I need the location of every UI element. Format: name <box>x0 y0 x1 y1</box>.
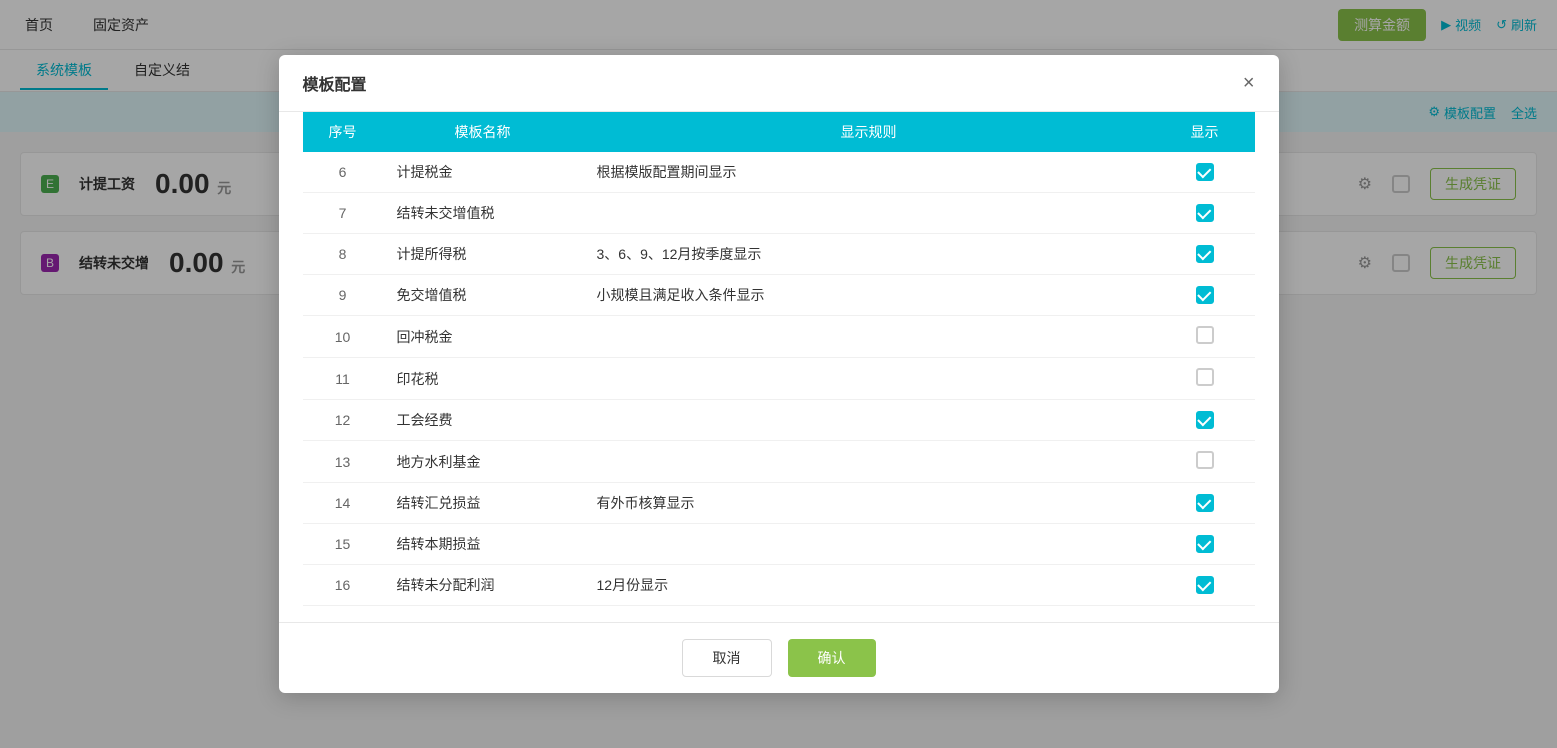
row-checkbox[interactable] <box>1196 326 1214 344</box>
row-checkbox-cell <box>1155 275 1255 316</box>
row-checkbox[interactable] <box>1196 368 1214 386</box>
modal-title: 模板配置 <box>303 71 367 95</box>
table-row: 15结转本期损益 <box>303 524 1255 565</box>
col-header-show: 显示 <box>1155 112 1255 152</box>
col-header-name: 模板名称 <box>383 112 583 152</box>
row-checkbox[interactable] <box>1196 163 1214 181</box>
row-rule <box>583 316 1155 358</box>
row-name: 地方水利基金 <box>383 441 583 483</box>
table-row: 9免交增值税小规模且满足收入条件显示 <box>303 275 1255 316</box>
row-id: 16 <box>303 565 383 606</box>
row-id: 6 <box>303 152 383 193</box>
row-checkbox-cell <box>1155 234 1255 275</box>
table-row: 10回冲税金 <box>303 316 1255 358</box>
row-rule <box>583 441 1155 483</box>
row-id: 14 <box>303 483 383 524</box>
modal-header: 模板配置 × <box>279 55 1279 112</box>
row-checkbox-cell <box>1155 316 1255 358</box>
modal-overlay: 模板配置 × 序号 模板名称 显示规则 显示 6计提税金根据模版配置期间显示7结… <box>0 0 1557 748</box>
table-row: 12工会经费 <box>303 400 1255 441</box>
row-id: 9 <box>303 275 383 316</box>
row-name: 免交增值税 <box>383 275 583 316</box>
row-checkbox[interactable] <box>1196 451 1214 469</box>
table-row: 8计提所得税3、6、9、12月按季度显示 <box>303 234 1255 275</box>
row-name: 印花税 <box>383 358 583 400</box>
row-name: 结转汇兑损益 <box>383 483 583 524</box>
row-checkbox-cell <box>1155 441 1255 483</box>
row-rule: 根据模版配置期间显示 <box>583 152 1155 193</box>
row-rule: 3、6、9、12月按季度显示 <box>583 234 1155 275</box>
row-name: 结转本期损益 <box>383 524 583 565</box>
row-rule <box>583 400 1155 441</box>
row-checkbox-cell <box>1155 152 1255 193</box>
row-checkbox-cell <box>1155 358 1255 400</box>
row-checkbox-cell <box>1155 565 1255 606</box>
row-id: 10 <box>303 316 383 358</box>
row-name: 工会经费 <box>383 400 583 441</box>
table-row: 16结转未分配利润12月份显示 <box>303 565 1255 606</box>
row-name: 回冲税金 <box>383 316 583 358</box>
table-row: 11印花税 <box>303 358 1255 400</box>
row-checkbox[interactable] <box>1196 494 1214 512</box>
table-row: 6计提税金根据模版配置期间显示 <box>303 152 1255 193</box>
row-rule: 有外币核算显示 <box>583 483 1155 524</box>
table-row: 14结转汇兑损益有外币核算显示 <box>303 483 1255 524</box>
row-rule <box>583 193 1155 234</box>
confirm-button[interactable]: 确认 <box>788 639 876 677</box>
modal-body: 序号 模板名称 显示规则 显示 6计提税金根据模版配置期间显示7结转未交增值税8… <box>279 112 1279 622</box>
modal-footer: 取消 确认 <box>279 622 1279 693</box>
row-id: 15 <box>303 524 383 565</box>
row-rule <box>583 358 1155 400</box>
row-checkbox-cell <box>1155 524 1255 565</box>
row-checkbox-cell <box>1155 193 1255 234</box>
row-checkbox-cell <box>1155 400 1255 441</box>
config-table: 序号 模板名称 显示规则 显示 6计提税金根据模版配置期间显示7结转未交增值税8… <box>303 112 1255 606</box>
row-id: 13 <box>303 441 383 483</box>
modal-template-config: 模板配置 × 序号 模板名称 显示规则 显示 6计提税金根据模版配置期间显示7结… <box>279 55 1279 693</box>
row-id: 7 <box>303 193 383 234</box>
row-name: 计提所得税 <box>383 234 583 275</box>
cancel-button[interactable]: 取消 <box>682 639 772 677</box>
table-row: 7结转未交增值税 <box>303 193 1255 234</box>
row-name: 结转未分配利润 <box>383 565 583 606</box>
row-rule: 小规模且满足收入条件显示 <box>583 275 1155 316</box>
row-checkbox[interactable] <box>1196 286 1214 304</box>
row-checkbox-cell <box>1155 483 1255 524</box>
modal-close-button[interactable]: × <box>1243 73 1255 93</box>
row-checkbox[interactable] <box>1196 411 1214 429</box>
row-id: 11 <box>303 358 383 400</box>
row-checkbox[interactable] <box>1196 245 1214 263</box>
col-header-rule: 显示规则 <box>583 112 1155 152</box>
row-name: 计提税金 <box>383 152 583 193</box>
row-id: 12 <box>303 400 383 441</box>
row-rule <box>583 524 1155 565</box>
row-checkbox[interactable] <box>1196 535 1214 553</box>
row-checkbox[interactable] <box>1196 204 1214 222</box>
row-checkbox[interactable] <box>1196 576 1214 594</box>
table-row: 13地方水利基金 <box>303 441 1255 483</box>
row-name: 结转未交增值税 <box>383 193 583 234</box>
row-rule: 12月份显示 <box>583 565 1155 606</box>
col-header-id: 序号 <box>303 112 383 152</box>
row-id: 8 <box>303 234 383 275</box>
